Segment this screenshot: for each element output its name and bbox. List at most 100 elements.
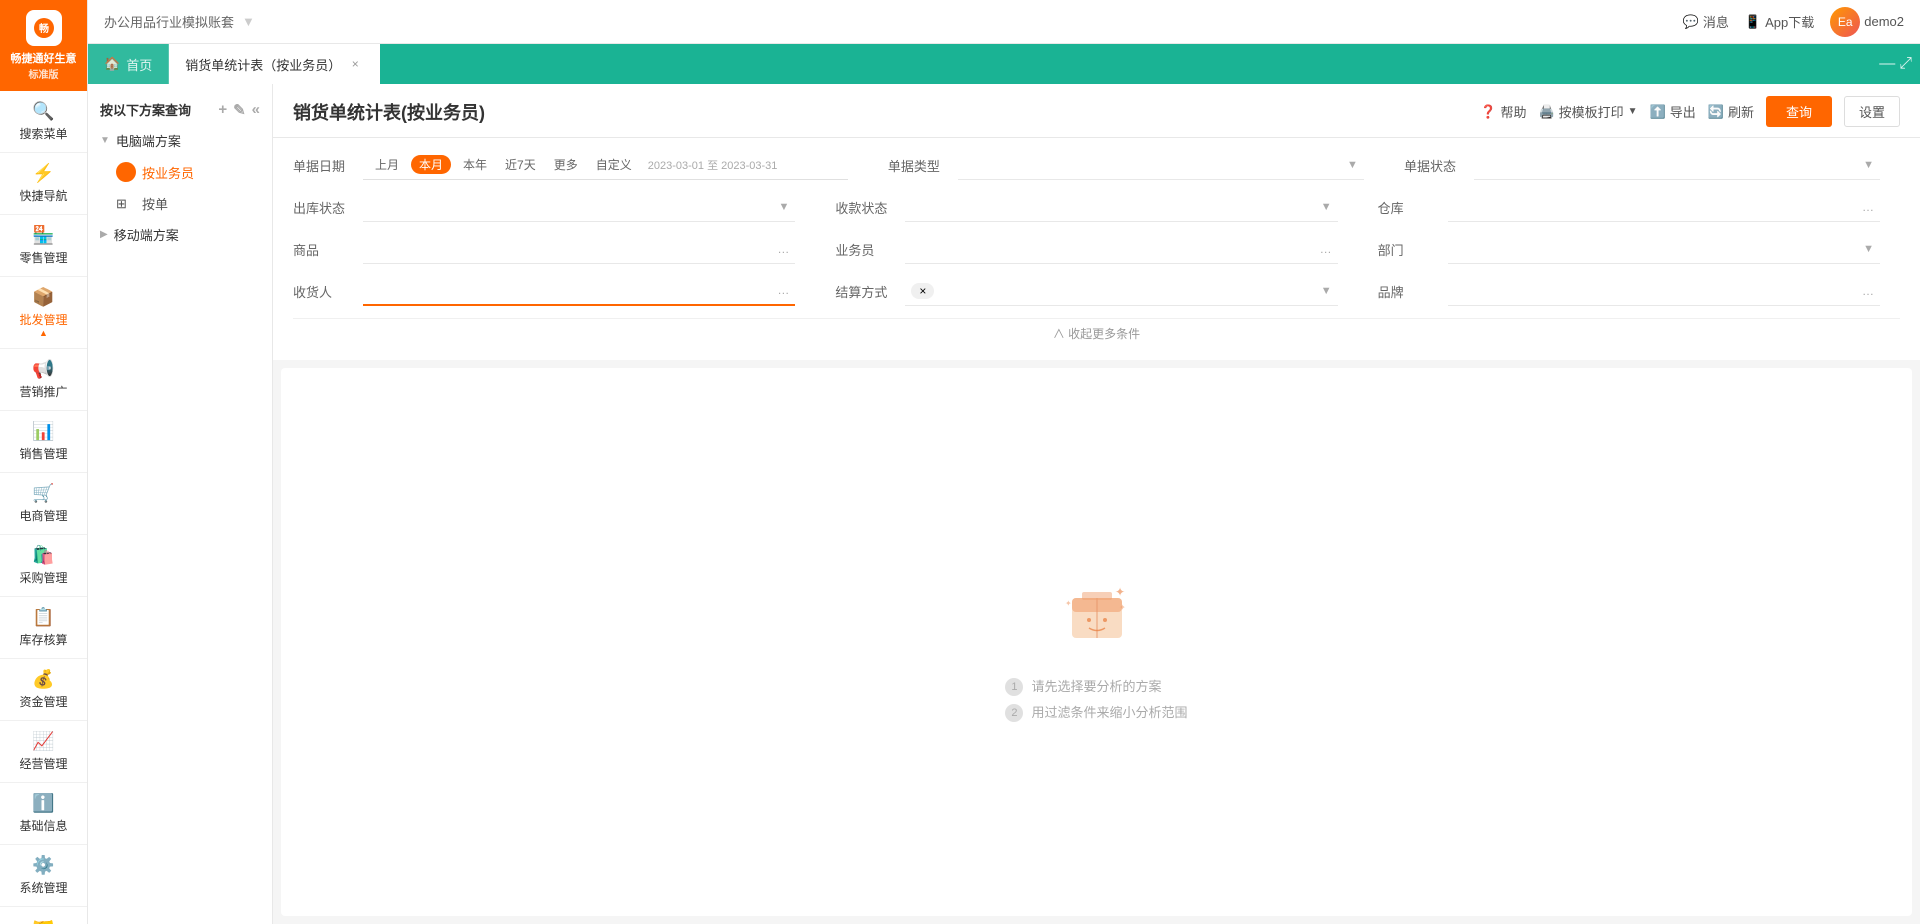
receiver-field[interactable]: … (363, 276, 795, 306)
tab-actions: — ⤢ (1879, 55, 1920, 73)
sidebar-item-wholesale[interactable]: 📦 批发管理 ▲ (0, 277, 88, 349)
collapse-panel-icon[interactable]: « (252, 101, 260, 119)
collapse-filters-btn[interactable]: ∧ 收起更多条件 (293, 318, 1900, 348)
collect-status-field[interactable]: ▼ (905, 192, 1337, 222)
settlement-field[interactable]: × ▼ (905, 276, 1337, 306)
tree-section-mobile[interactable]: ▶ 移动端方案 (88, 219, 272, 250)
date-this-year[interactable]: 本年 (457, 155, 493, 174)
sidebar-item-retail[interactable]: 🏪 零售管理 (0, 215, 88, 277)
goods-label: 商品 (293, 240, 363, 259)
doc-type-label: 单据类型 (888, 156, 958, 175)
quick-nav-icon: ⚡ (32, 163, 54, 184)
tip-text-2: 用过滤条件来缩小分析范围 (1031, 700, 1187, 726)
salesman-more[interactable]: … (1320, 242, 1332, 256)
date-field[interactable]: 上月 本月 本年 近7天 更多 自定义 2023-03-01 至 2023-03… (363, 150, 848, 180)
sidebar-item-enterprise[interactable]: 🤝 企业协同 (0, 907, 88, 924)
tree-section-pc[interactable]: ▼ 电脑端方案 (88, 125, 272, 156)
brand-field[interactable]: … (1448, 276, 1880, 306)
settings-button[interactable]: 设置 (1844, 96, 1900, 127)
tree-section-pc-label: 电脑端方案 (116, 131, 181, 150)
filter-area: 单据日期 上月 本月 本年 近7天 更多 自定义 2023-03-01 至 20… (273, 138, 1920, 360)
tip-item-2: 2 用过滤条件来缩小分析范围 (1005, 700, 1187, 726)
tip-text-1: 请先选择要分析的方案 (1031, 674, 1161, 700)
svg-text:畅: 畅 (39, 22, 49, 35)
date-more[interactable]: 更多 (548, 155, 584, 174)
tree-item-by-order[interactable]: ⊞ 按单 (108, 188, 272, 219)
export-btn[interactable]: ⬆️ 导出 (1650, 102, 1696, 121)
system-icon: ⚙️ (32, 855, 54, 876)
filter-row-4: 收货人 … 结算方式 × ▼ 品牌 … (293, 276, 1900, 306)
date-custom[interactable]: 自定义 (590, 155, 638, 174)
tip-item-1: 1 请先选择要分析的方案 (1005, 674, 1187, 700)
print-btn[interactable]: 🖨️ 按模板打印 ▼ (1538, 102, 1637, 121)
warehouse-field[interactable]: … (1448, 192, 1880, 222)
tab-maximize-icon[interactable]: ⤢ (1899, 55, 1912, 73)
tree-item-by-salesman[interactable]: 按业务员 (108, 156, 272, 188)
date-last-7days[interactable]: 近7天 (499, 155, 542, 174)
print-icon: 🖨️ (1538, 104, 1554, 120)
svg-text:✦: ✦ (1115, 585, 1125, 599)
query-button[interactable]: 查询 (1766, 96, 1832, 127)
empty-state: ✦ ✦ ✦ 1 请先选择要分析的方案 2 用过滤条件来缩小分析范围 (281, 368, 1912, 916)
sidebar-item-sales[interactable]: 📊 销售管理 (0, 411, 88, 473)
doc-type-arrow: ▼ (1347, 159, 1358, 171)
doc-type-field[interactable]: ▼ (958, 150, 1364, 180)
sidebar-label-ecommerce: 电商管理 (19, 507, 67, 524)
app-name: 畅捷通好生意 (11, 50, 77, 66)
tab-home[interactable]: 🏠 首页 (88, 44, 169, 84)
tab-sales-stat[interactable]: 销货单统计表（按业务员） × (169, 44, 380, 84)
sidebar-item-operations[interactable]: 📈 经营管理 (0, 721, 88, 783)
main-area: 办公用品行业模拟账套 ▼ 💬 消息 📱 App下载 Ea demo2 🏠 首页 (88, 0, 1920, 924)
avatar-text: Ea (1838, 15, 1853, 29)
department-arrow: ▼ (1863, 243, 1874, 255)
download-icon: 📱 (1745, 14, 1761, 30)
sidebar-item-finance[interactable]: 💰 资金管理 (0, 659, 88, 721)
department-field[interactable]: ▼ (1448, 234, 1880, 264)
doc-status-field[interactable]: ▼ (1474, 150, 1880, 180)
help-btn[interactable]: ❓ 帮助 (1480, 102, 1526, 121)
message-icon: 💬 (1683, 14, 1699, 30)
out-status-field[interactable]: ▼ (363, 192, 795, 222)
breadcrumb-text: 办公用品行业模拟账套 (104, 12, 234, 31)
wholesale-icon: 📦 (32, 287, 54, 308)
app-download-btn[interactable]: 📱 App下载 (1745, 12, 1814, 31)
sidebar-label-basic: 基础信息 (19, 817, 67, 834)
help-label: 帮助 (1500, 102, 1526, 121)
brand-more[interactable]: … (1862, 284, 1874, 298)
tab-close-btn[interactable]: × (347, 56, 363, 72)
edit-scheme-icon[interactable]: ✎ (233, 101, 246, 119)
date-label: 单据日期 (293, 156, 363, 175)
right-panel: 销货单统计表(按业务员) ❓ 帮助 🖨️ 按模板打印 ▼ ⬆️ (273, 84, 1920, 924)
add-scheme-btn[interactable]: + (218, 101, 227, 119)
left-panel-title: 按以下方案查询 (100, 100, 191, 119)
filter-row-1: 单据日期 上月 本月 本年 近7天 更多 自定义 2023-03-01 至 20… (293, 150, 1900, 180)
receiver-more[interactable]: … (777, 283, 789, 297)
sidebar-item-search[interactable]: 🔍 搜索菜单 (0, 91, 88, 153)
filter-row-3: 商品 … 业务员 … 部门 ▼ (293, 234, 1900, 264)
sidebar-item-basic[interactable]: ℹ️ 基础信息 (0, 783, 88, 845)
department-label: 部门 (1378, 240, 1448, 259)
retail-icon: 🏪 (32, 225, 54, 246)
sidebar-item-marketing[interactable]: 📢 营销推广 (0, 349, 88, 411)
sidebar-item-ecommerce[interactable]: 🛒 电商管理 (0, 473, 88, 535)
filter-row-2: 出库状态 ▼ 收款状态 ▼ 仓库 … (293, 192, 1900, 222)
sidebar-item-inventory[interactable]: 📋 库存核算 (0, 597, 88, 659)
goods-more[interactable]: … (777, 242, 789, 256)
sidebar-item-purchase[interactable]: 🛍️ 采购管理 (0, 535, 88, 597)
salesman-field[interactable]: … (905, 234, 1337, 264)
date-last-month[interactable]: 上月 (369, 155, 405, 174)
settlement-tag-close[interactable]: × (919, 284, 926, 298)
tab-minimize-icon[interactable]: — (1879, 55, 1895, 73)
goods-field[interactable]: … (363, 234, 795, 264)
page-header: 销货单统计表(按业务员) ❓ 帮助 🖨️ 按模板打印 ▼ ⬆️ (273, 84, 1920, 138)
refresh-btn[interactable]: 🔄 刷新 (1708, 102, 1754, 121)
user-info[interactable]: Ea demo2 (1830, 7, 1904, 37)
refresh-icon: 🔄 (1708, 104, 1724, 120)
warehouse-more[interactable]: … (1862, 200, 1874, 214)
message-btn[interactable]: 💬 消息 (1683, 12, 1729, 31)
sidebar-item-system[interactable]: ⚙️ 系统管理 (0, 845, 88, 907)
print-dropdown-icon: ▼ (1628, 106, 1638, 117)
date-range-text: 2023-03-01 至 2023-03-31 (648, 157, 778, 173)
date-this-month[interactable]: 本月 (411, 155, 451, 174)
sidebar-item-quick-nav[interactable]: ⚡ 快捷导航 (0, 153, 88, 215)
